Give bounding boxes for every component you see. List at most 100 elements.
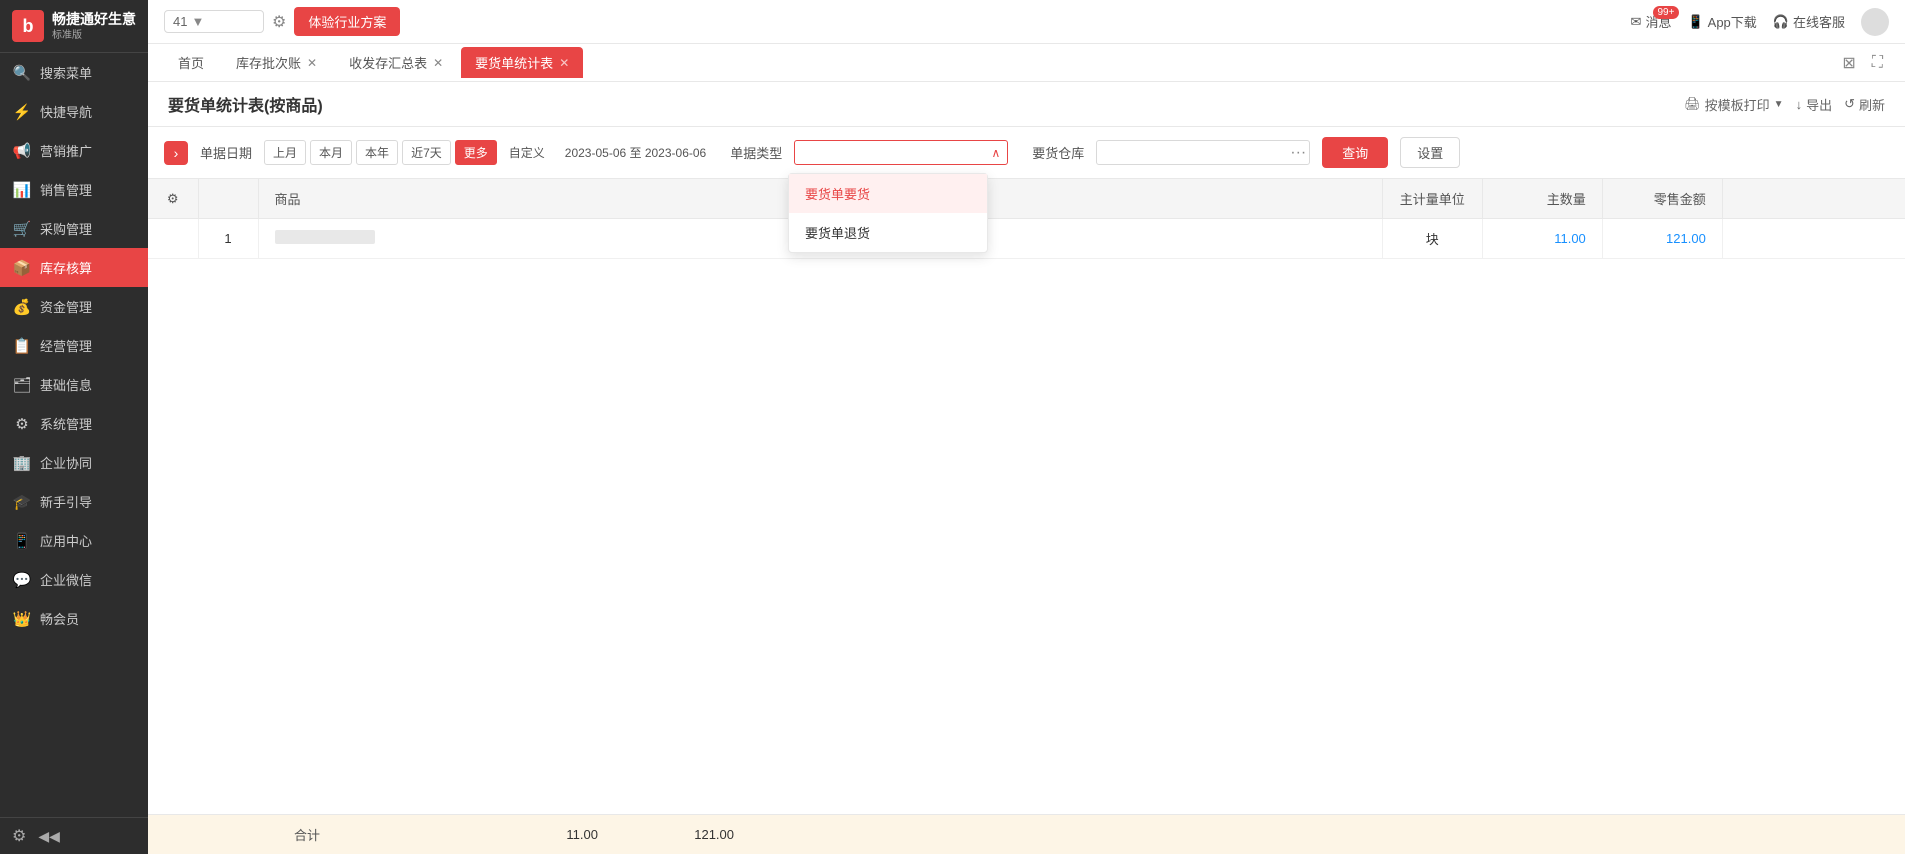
product-placeholder [275, 230, 375, 244]
amount-link[interactable]: 121.00 [1666, 231, 1706, 246]
tab-home[interactable]: 首页 [164, 47, 218, 78]
sidebar-item-marketing[interactable]: 📢 营销推广 [0, 131, 148, 170]
type-select-input[interactable] [794, 140, 1008, 165]
settings-gear-icon[interactable]: ⚙ [272, 12, 286, 32]
sidebar-item-basic[interactable]: 🗂 基础信息 [0, 365, 148, 404]
sidebar-item-search[interactable]: 🔍 搜索菜单 [0, 53, 148, 92]
logo-main: 畅捷通好生意 [52, 10, 136, 28]
org-chevron-icon: ▼ [191, 14, 204, 29]
sidebar-bottom: ⚙ ◀◀ [0, 817, 148, 854]
sidebar-item-label: 销售管理 [40, 180, 92, 199]
data-table: ⚙ 商品 主计量单位 主数量 零售金额 1 [148, 179, 1905, 259]
warehouse-select-input[interactable] [1096, 140, 1310, 165]
dropdown-item-order-return[interactable]: 要货单退货 [789, 213, 987, 252]
date-cur-month-button[interactable]: 本月 [310, 140, 352, 165]
sidebar-item-inventory[interactable]: 📦 库存核算 [0, 248, 148, 287]
col-header-settings[interactable]: ⚙ [148, 179, 198, 219]
row-amount: 121.00 [1602, 219, 1722, 259]
sidebar-item-operations[interactable]: 📋 经营管理 [0, 326, 148, 365]
sidebar-item-enterprise[interactable]: 🏢 企业协同 [0, 443, 148, 482]
tab-receive-summary[interactable]: 收发存汇总表 ✕ [335, 47, 457, 78]
tab-stock-batch-close[interactable]: ✕ [307, 56, 317, 70]
tab-receive-summary-close[interactable]: ✕ [433, 56, 443, 70]
query-button[interactable]: 查询 [1322, 137, 1388, 168]
sidebar-item-label: 新手引导 [40, 492, 92, 511]
export-button[interactable]: ↓ 导出 [1796, 95, 1833, 114]
phone-icon: 📱 [1687, 14, 1703, 30]
print-label: 按模板打印 [1705, 95, 1770, 114]
type-dropdown: 要货单要货 要货单退货 [788, 173, 988, 253]
online-service-label: 在线客服 [1793, 12, 1845, 31]
member-icon: 👑 [12, 610, 32, 628]
warehouse-filter-label: 要货仓库 [1032, 143, 1084, 162]
more-filters-button[interactable]: ··· [1290, 144, 1306, 162]
main-area: 41 ▼ ⚙ 体验行业方案 ✉ 消息 99+ 📱 App下载 🎧 在线客服 [148, 0, 1905, 854]
filter-expand-button[interactable]: › [164, 141, 188, 165]
refresh-button[interactable]: ↺ 刷新 [1844, 95, 1885, 114]
basic-icon: 🗂 [12, 376, 32, 394]
sidebar-item-system[interactable]: ⚙ 系统管理 [0, 404, 148, 443]
settings-button[interactable]: 设置 [1400, 137, 1460, 168]
row-settings [148, 219, 198, 259]
org-name: 41 [173, 14, 187, 29]
sidebar-menu: 🔍 搜索菜单 ⚡ 快捷导航 📢 营销推广 📊 销售管理 🛒 采购管理 📦 库存核… [0, 53, 148, 817]
sidebar-item-label: 系统管理 [40, 414, 92, 433]
search-icon: 🔍 [12, 64, 32, 82]
sidebar-item-label: 搜索菜单 [40, 63, 92, 82]
sidebar-item-appstore[interactable]: 📱 应用中心 [0, 521, 148, 560]
print-button[interactable]: 🖨 按模板打印 ▼ [1684, 95, 1783, 114]
sidebar-item-finance[interactable]: 💰 资金管理 [0, 287, 148, 326]
guide-icon: 🎓 [12, 493, 32, 511]
sidebar-collapse-icon[interactable]: ◀◀ [38, 828, 60, 845]
message-item[interactable]: ✉ 消息 99+ [1631, 12, 1672, 31]
sidebar-item-sales[interactable]: 📊 销售管理 [0, 170, 148, 209]
tab-order-stats-close[interactable]: ✕ [559, 56, 569, 70]
qty-link[interactable]: 11.00 [1554, 231, 1586, 246]
sidebar-item-purchase[interactable]: 🛒 采购管理 [0, 209, 148, 248]
appstore-icon: 📱 [12, 532, 32, 550]
row-qty: 11.00 [1482, 219, 1602, 259]
date-recent-button[interactable]: 近7天 [402, 140, 451, 165]
system-icon: ⚙ [12, 415, 32, 433]
tabs-bar: 首页 库存批次账 ✕ 收发存汇总表 ✕ 要货单统计表 ✕ ⊠ ⛶ [148, 44, 1905, 82]
operations-icon: 📋 [12, 337, 32, 355]
sidebar-item-member[interactable]: 👑 畅会员 [0, 599, 148, 638]
app-download-item[interactable]: 📱 App下载 [1687, 12, 1756, 31]
date-year-button[interactable]: 本年 [356, 140, 398, 165]
sidebar-item-guide[interactable]: 🎓 新手引导 [0, 482, 148, 521]
online-service-item[interactable]: 🎧 在线客服 [1773, 12, 1845, 31]
sidebar-item-quick-nav[interactable]: ⚡ 快捷导航 [0, 92, 148, 131]
sidebar-item-label: 资金管理 [40, 297, 92, 316]
trial-button[interactable]: 体验行业方案 [294, 7, 400, 36]
sidebar-item-wechat[interactable]: 💬 企业微信 [0, 560, 148, 599]
dropdown-item-order-goods[interactable]: 要货单要货 [789, 174, 987, 213]
finance-icon: 💰 [12, 298, 32, 316]
sidebar-settings-icon[interactable]: ⚙ [12, 826, 26, 846]
date-prev-month-button[interactable]: 上月 [264, 140, 306, 165]
org-selector[interactable]: 41 ▼ [164, 10, 264, 33]
col-header-num [198, 179, 258, 219]
table-area: ⚙ 商品 主计量单位 主数量 零售金额 1 [148, 179, 1905, 814]
row-unit: 块 [1382, 219, 1482, 259]
sidebar-item-label: 采购管理 [40, 219, 92, 238]
footer-amount: 121.00 [614, 827, 734, 842]
app-download-label: App下载 [1708, 12, 1757, 31]
tab-order-stats[interactable]: 要货单统计表 ✕ [461, 47, 583, 78]
date-filter-label: 单据日期 [200, 143, 252, 162]
top-header: 41 ▼ ⚙ 体验行业方案 ✉ 消息 99+ 📱 App下载 🎧 在线客服 [148, 0, 1905, 44]
message-icon: ✉ [1631, 14, 1642, 30]
tab-maximize-button[interactable]: ⊠ [1836, 51, 1861, 75]
tab-stock-batch[interactable]: 库存批次账 ✕ [222, 47, 331, 78]
page-header: 要货单统计表(按商品) 🖨 按模板打印 ▼ ↓ 导出 ↺ 刷新 [148, 82, 1905, 127]
sidebar-item-label: 应用中心 [40, 531, 92, 550]
date-custom-button[interactable]: 自定义 [501, 141, 553, 164]
sidebar-item-label: 畅会员 [40, 609, 79, 628]
marketing-icon: 📢 [12, 142, 32, 160]
date-more-button[interactable]: 更多 [455, 140, 497, 165]
tab-fullscreen-button[interactable]: ⛶ [1866, 51, 1889, 75]
user-avatar[interactable] [1861, 8, 1889, 36]
wechat-icon: 💬 [12, 571, 32, 589]
refresh-icon: ↺ [1844, 96, 1855, 112]
tab-stock-batch-label: 库存批次账 [236, 53, 301, 72]
col-header-qty: 主数量 [1482, 179, 1602, 219]
